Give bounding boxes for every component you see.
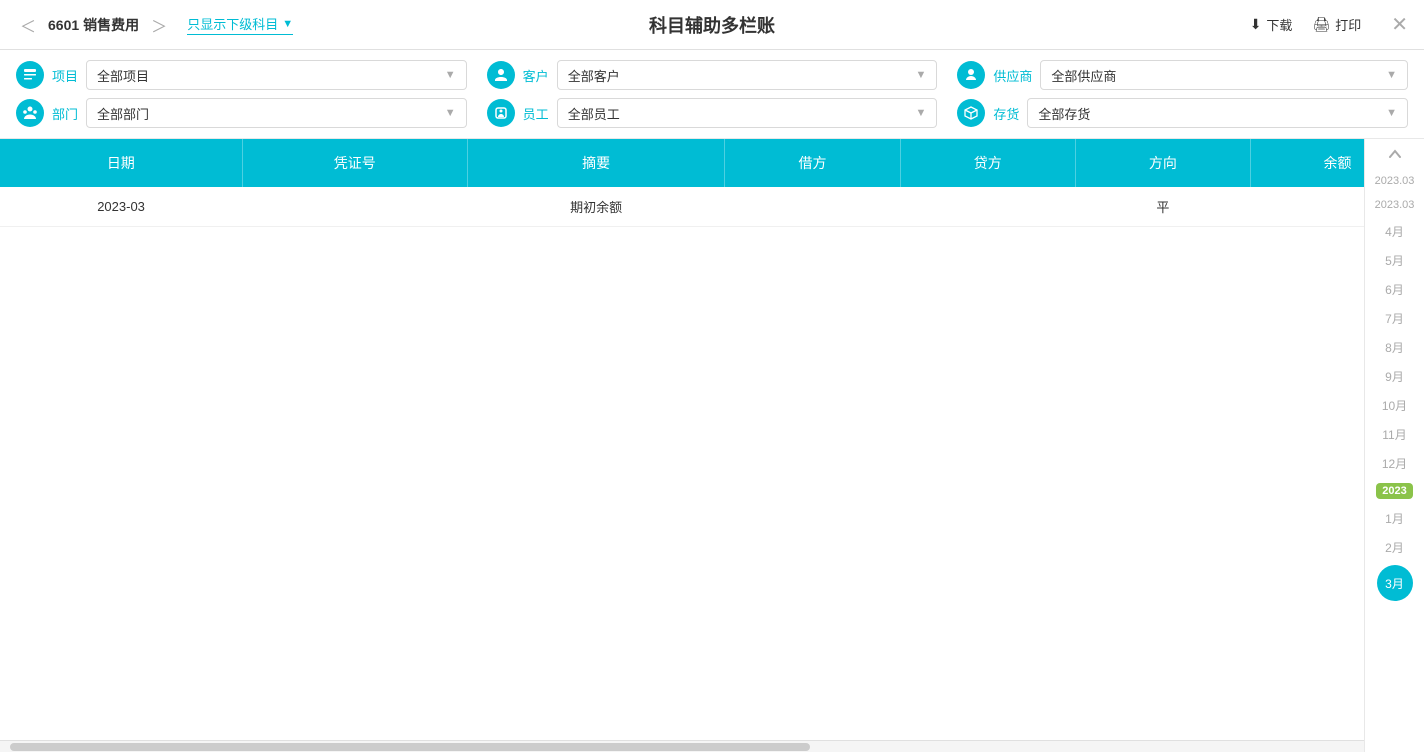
employee-chevron: ▼	[915, 107, 926, 119]
timeline-5[interactable]: 5月	[1365, 246, 1424, 275]
scrollbar-thumb[interactable]	[10, 743, 810, 751]
timeline-11[interactable]: 11月	[1365, 420, 1424, 449]
timeline-4[interactable]: 4月	[1365, 217, 1424, 246]
prev-arrow[interactable]: ＜	[16, 11, 40, 39]
supplier-filter-item: 供应商 全部供应商 ▼	[957, 60, 1408, 90]
timeline-9[interactable]: 9月	[1365, 362, 1424, 391]
customer-filter-item: 客户 全部客户 ▼	[487, 60, 938, 90]
employee-select[interactable]: 全部员工 ▼	[557, 98, 938, 128]
cell-summary: 期初余额	[467, 187, 725, 227]
cell-voucher	[242, 187, 467, 227]
timeline-8[interactable]: 8月	[1365, 333, 1424, 362]
show-sub-label: 只显示下级科目	[187, 14, 278, 33]
supplier-label: 供应商	[993, 66, 1032, 85]
col-direction: 方向	[1075, 139, 1250, 187]
active-month-container: 3月	[1365, 562, 1424, 604]
account-name: 销售费用	[83, 15, 139, 35]
cell-credit	[900, 187, 1075, 227]
col-credit: 贷方	[900, 139, 1075, 187]
print-icon: 🖨	[1312, 16, 1330, 33]
download-label: 下载	[1266, 15, 1292, 34]
project-chevron: ▼	[445, 69, 456, 81]
customer-icon	[487, 61, 515, 89]
timeline-2[interactable]: 2月	[1365, 533, 1424, 562]
project-label: 项目	[52, 66, 78, 85]
timeline-3-active[interactable]: 3月	[1377, 565, 1413, 601]
project-filter-item: 项目 全部项目 ▼	[16, 60, 467, 90]
department-filter-item: 部门 全部部门 ▼	[16, 98, 467, 128]
col-summary: 摘要	[467, 139, 725, 187]
col-date: 日期	[0, 139, 242, 187]
year-badge-container: 2023	[1376, 478, 1412, 504]
customer-label: 客户	[523, 66, 549, 85]
inventory-value: 全部存货	[1038, 104, 1090, 123]
account-code: 6601	[48, 17, 79, 33]
next-arrow[interactable]: ＞	[147, 11, 171, 39]
sidebar-up-arrow[interactable]	[1365, 139, 1424, 169]
inventory-select[interactable]: 全部存货 ▼	[1027, 98, 1408, 128]
print-button[interactable]: 🖨 打印	[1312, 15, 1361, 34]
timeline-12[interactable]: 12月	[1365, 449, 1424, 478]
year-badge: 2023	[1376, 483, 1412, 499]
employee-label: 员工	[523, 104, 549, 123]
employee-icon	[487, 99, 515, 127]
show-sub-chevron: ▼	[282, 18, 293, 30]
page-title: 科目辅助多栏账	[649, 12, 775, 38]
customer-select[interactable]: 全部客户 ▼	[557, 60, 938, 90]
timeline-1[interactable]: 1月	[1365, 504, 1424, 533]
table-wrapper: 日期 凭证号 摘要 借方 贷方 方向 余额 2023-03	[0, 139, 1424, 740]
table-row: 2023-03 期初余额 平	[0, 187, 1424, 227]
employee-value: 全部员工	[568, 104, 620, 123]
customer-value: 全部客户	[568, 66, 620, 85]
download-icon: ⬇	[1250, 16, 1262, 33]
inventory-chevron: ▼	[1386, 107, 1397, 119]
horizontal-scrollbar[interactable]	[0, 740, 1424, 752]
filter-row-1: 项目 全部项目 ▼ 客户 全部客户 ▼	[16, 60, 1408, 90]
timeline-10[interactable]: 10月	[1365, 391, 1424, 420]
supplier-icon	[957, 61, 985, 89]
main-container: ＜ 6601 销售费用 ＞ 只显示下级科目 ▼ 科目辅助多栏账 ⬇ 下载 🖨 打…	[0, 0, 1424, 752]
customer-chevron: ▼	[915, 69, 926, 81]
ledger-table: 日期 凭证号 摘要 借方 贷方 方向 余额 2023-03	[0, 139, 1424, 227]
project-value: 全部项目	[97, 66, 149, 85]
department-value: 全部部门	[97, 104, 149, 123]
department-label: 部门	[52, 104, 78, 123]
timeline-2023-03-second[interactable]: 2023.03	[1365, 193, 1424, 217]
col-debit: 借方	[725, 139, 900, 187]
inventory-label: 存货	[993, 104, 1019, 123]
header-actions: ⬇ 下载 🖨 打印 ✕	[1250, 12, 1408, 37]
supplier-select[interactable]: 全部供应商 ▼	[1040, 60, 1408, 90]
project-select[interactable]: 全部项目 ▼	[86, 60, 467, 90]
department-select[interactable]: 全部部门 ▼	[86, 98, 467, 128]
employee-filter-item: 员工 全部员工 ▼	[487, 98, 938, 128]
close-button[interactable]: ✕	[1391, 12, 1408, 37]
supplier-value: 全部供应商	[1051, 66, 1116, 85]
filter-row-2: 部门 全部部门 ▼ 员工 全部员工 ▼	[16, 98, 1408, 128]
col-voucher: 凭证号	[242, 139, 467, 187]
timeline-2023-03-first[interactable]: 2023.03	[1365, 169, 1424, 193]
show-sub-button[interactable]: 只显示下级科目 ▼	[187, 14, 293, 35]
cell-debit	[725, 187, 900, 227]
cell-direction: 平	[1075, 187, 1250, 227]
inventory-icon	[957, 99, 985, 127]
supplier-chevron: ▼	[1386, 69, 1397, 81]
filter-area: 项目 全部项目 ▼ 客户 全部客户 ▼	[0, 50, 1424, 139]
header: ＜ 6601 销售费用 ＞ 只显示下级科目 ▼ 科目辅助多栏账 ⬇ 下载 🖨 打…	[0, 0, 1424, 50]
department-chevron: ▼	[445, 107, 456, 119]
timeline-7[interactable]: 7月	[1365, 304, 1424, 333]
right-sidebar: 2023.03 2023.03 4月 5月 6月 7月 8月 9月 10月 11…	[1364, 139, 1424, 752]
timeline-6[interactable]: 6月	[1365, 275, 1424, 304]
account-code-box: 6601 销售费用	[48, 15, 139, 35]
table-header-row: 日期 凭证号 摘要 借方 贷方 方向 余额	[0, 139, 1424, 187]
project-icon	[16, 61, 44, 89]
inventory-filter-item: 存货 全部存货 ▼	[957, 98, 1408, 128]
print-label: 打印	[1335, 15, 1361, 34]
cell-date: 2023-03	[0, 187, 242, 227]
download-button[interactable]: ⬇ 下载	[1250, 15, 1293, 34]
department-icon	[16, 99, 44, 127]
